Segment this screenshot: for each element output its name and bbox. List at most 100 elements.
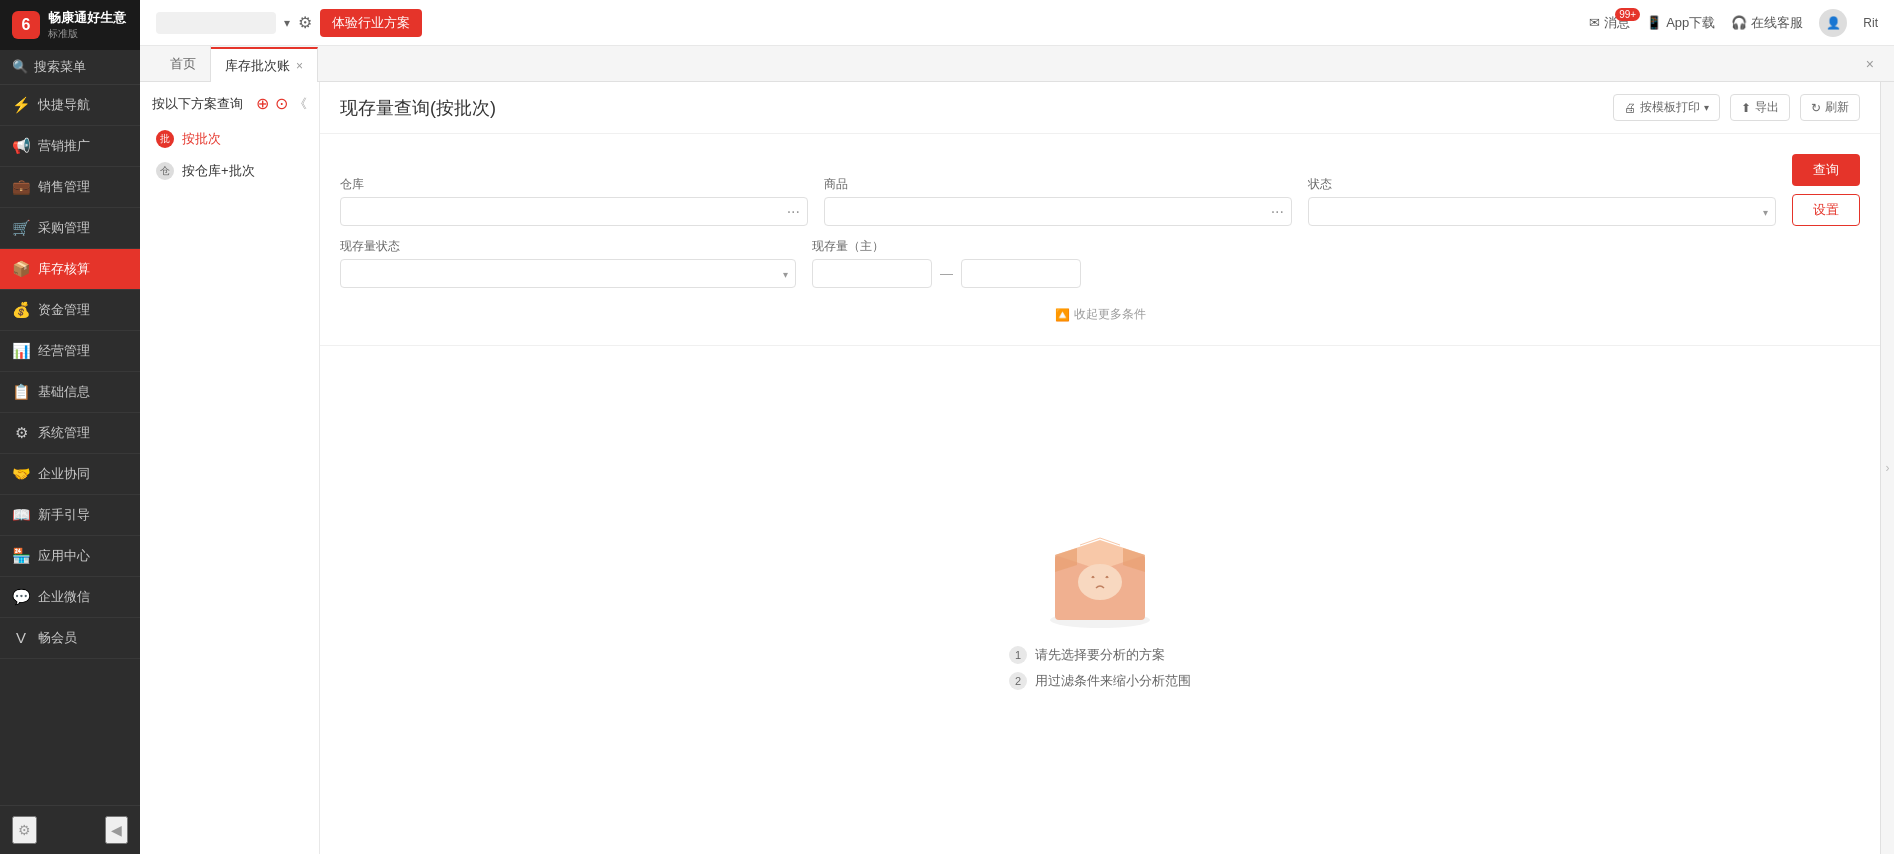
scheme-item-batch[interactable]: 批 按批次 <box>148 123 311 155</box>
empty-tip-2: 2 用过滤条件来缩小分析范围 <box>1009 672 1191 690</box>
product-label: 商品 <box>824 176 1292 193</box>
experience-industry-button[interactable]: 体验行业方案 <box>320 9 422 37</box>
filter-settings-button[interactable]: 设置 <box>1792 194 1860 226</box>
scheme-settings-button[interactable]: ⊙ <box>275 94 288 113</box>
page-title: 现存量查询(按批次) <box>340 96 496 120</box>
refresh-button[interactable]: ↻ 刷新 <box>1800 94 1860 121</box>
right-edge: › <box>1880 82 1894 854</box>
messages-badge: 99+ <box>1615 8 1640 21</box>
tab-home[interactable]: 首页 <box>156 46 211 81</box>
operations-icon: 📊 <box>12 342 30 360</box>
sidebar-item-app-center[interactable]: 🏪 应用中心 <box>0 536 140 577</box>
warehouse-dots-button[interactable]: ··· <box>787 203 800 221</box>
app-title: 畅康通好生意 标准版 <box>48 10 126 40</box>
sidebar-item-purchase[interactable]: 🛒 采购管理 <box>0 208 140 249</box>
sidebar-item-member[interactable]: V 畅会员 <box>0 618 140 659</box>
search-icon: 🔍 <box>12 59 28 74</box>
inventory-status-field: 现存量状态 ▾ <box>340 238 796 288</box>
tip-1-number: 1 <box>1009 646 1027 664</box>
inventory-status-select[interactable] <box>340 259 796 288</box>
quick-nav-label: 快捷导航 <box>38 96 90 114</box>
filter-row-1: 仓库 ··· 商品 ··· <box>340 150 1860 226</box>
sidebar-item-quick-nav[interactable]: ⚡ 快捷导航 <box>0 85 140 126</box>
content-area: 按以下方案查询 ⊕ ⊙ 《 批 按批次 仓 按仓库+批次 <box>140 82 1894 854</box>
online-service-label: 在线客服 <box>1751 14 1803 32</box>
sidebar-item-newbie[interactable]: 📖 新手引导 <box>0 495 140 536</box>
print-btn-label: 按模板打印 <box>1640 99 1700 116</box>
purchase-label: 采购管理 <box>38 219 90 237</box>
scheme-panel-header: 按以下方案查询 ⊕ ⊙ 《 <box>140 94 319 123</box>
sidebar-item-finance[interactable]: 💰 资金管理 <box>0 290 140 331</box>
scheme-list: 批 按批次 仓 按仓库+批次 <box>140 123 319 187</box>
scheme-collapse-button[interactable]: 《 <box>294 94 307 113</box>
export-button[interactable]: ⬆ 导出 <box>1730 94 1790 121</box>
topbar-right: ✉ 消息 99+ 📱 App下载 🎧 在线客服 👤 Rit <box>1589 9 1878 37</box>
scheme-batch-label: 按批次 <box>182 130 221 148</box>
scheme-panel: 按以下方案查询 ⊕ ⊙ 《 批 按批次 仓 按仓库+批次 <box>140 82 320 854</box>
print-button[interactable]: 🖨 按模板打印 ▾ <box>1613 94 1720 121</box>
tab-inventory-batch-label: 库存批次账 <box>225 57 290 75</box>
sidebar-item-base-info[interactable]: 📋 基础信息 <box>0 372 140 413</box>
app-logo: 6 <box>12 11 40 39</box>
enterprise-label: 企业协同 <box>38 465 90 483</box>
online-service-button[interactable]: 🎧 在线客服 <box>1731 14 1803 32</box>
query-buttons: 查询 设置 <box>1792 154 1860 226</box>
marketing-icon: 📢 <box>12 137 30 155</box>
tab-close-icon[interactable]: × <box>296 59 303 73</box>
member-label: 畅会员 <box>38 629 77 647</box>
sidebar-item-enterprise-wechat[interactable]: 💬 企业微信 <box>0 577 140 618</box>
sidebar-settings-button[interactable]: ⚙ <box>12 816 37 844</box>
topbar-left: ▾ ⚙ 体验行业方案 <box>156 9 1577 37</box>
app-download-button[interactable]: 📱 App下载 <box>1646 14 1715 32</box>
tip-1-text: 请先选择要分析的方案 <box>1035 646 1165 664</box>
filter-row-2: 现存量状态 ▾ 现存量（主） — <box>340 238 1860 288</box>
sidebar-search[interactable]: 🔍 搜索菜单 <box>0 50 140 85</box>
scheme-warehouse-batch-label: 按仓库+批次 <box>182 162 255 180</box>
export-icon: ⬆ <box>1741 101 1751 115</box>
inventory-qty-min-input[interactable] <box>812 259 932 288</box>
system-label: 系统管理 <box>38 424 90 442</box>
app-center-label: 应用中心 <box>38 547 90 565</box>
tab-inventory-batch[interactable]: 库存批次账 × <box>211 47 318 82</box>
warehouse-input[interactable] <box>340 197 808 226</box>
sidebar-item-operations[interactable]: 📊 经营管理 <box>0 331 140 372</box>
scheme-add-button[interactable]: ⊕ <box>256 94 269 113</box>
inventory-qty-max-input[interactable] <box>961 259 1081 288</box>
svg-point-5 <box>1078 564 1122 600</box>
sidebar-item-enterprise[interactable]: 🤝 企业协同 <box>0 454 140 495</box>
phone-icon: 📱 <box>1646 15 1662 30</box>
print-dropdown-icon[interactable]: ▾ <box>1704 102 1709 113</box>
search-menu-label: 搜索菜单 <box>34 58 86 76</box>
product-dots-button[interactable]: ··· <box>1271 203 1284 221</box>
enterprise-icon: 🤝 <box>12 465 30 483</box>
collapse-more-conditions-button[interactable]: 🔼 收起更多条件 <box>340 300 1860 329</box>
sidebar-collapse-button[interactable]: ◀ <box>105 816 128 844</box>
topbar-gear-button[interactable]: ⚙ <box>298 13 312 32</box>
sidebar-item-marketing[interactable]: 📢 营销推广 <box>0 126 140 167</box>
sidebar-item-inventory[interactable]: 📦 库存核算 <box>0 249 140 290</box>
query-button[interactable]: 查询 <box>1792 154 1860 186</box>
newbie-icon: 📖 <box>12 506 30 524</box>
topbar-dropdown-button[interactable]: ▾ <box>284 16 290 30</box>
page-title-bar: 现存量查询(按批次) 🖨 按模板打印 ▾ ⬆ 导出 ↻ 刷新 <box>320 82 1880 134</box>
filter-area: 仓库 ··· 商品 ··· <box>320 134 1880 346</box>
status-select[interactable] <box>1308 197 1776 226</box>
user-name[interactable]: Rit <box>1863 16 1878 30</box>
right-edge-arrow[interactable]: › <box>1886 457 1890 479</box>
sidebar-item-sales[interactable]: 💼 销售管理 <box>0 167 140 208</box>
breadcrumb-input[interactable] <box>156 12 276 34</box>
product-input-wrapper: ··· <box>824 197 1292 226</box>
collapse-btn-label: 收起更多条件 <box>1074 306 1146 323</box>
user-avatar[interactable]: 👤 <box>1819 9 1847 37</box>
status-field: 状态 ▾ <box>1308 176 1776 226</box>
sidebar-item-system[interactable]: ⚙ 系统管理 <box>0 413 140 454</box>
scheme-panel-actions: ⊕ ⊙ 《 <box>256 94 307 113</box>
finance-label: 资金管理 <box>38 301 90 319</box>
app-download-label: App下载 <box>1666 14 1715 32</box>
inventory-qty-label: 现存量（主） <box>812 238 1268 255</box>
product-input[interactable] <box>824 197 1292 226</box>
sales-label: 销售管理 <box>38 178 90 196</box>
tab-panel-close-button[interactable]: × <box>1862 52 1878 76</box>
scheme-item-warehouse-batch[interactable]: 仓 按仓库+批次 <box>148 155 311 187</box>
messages-button[interactable]: ✉ 消息 99+ <box>1589 14 1630 32</box>
